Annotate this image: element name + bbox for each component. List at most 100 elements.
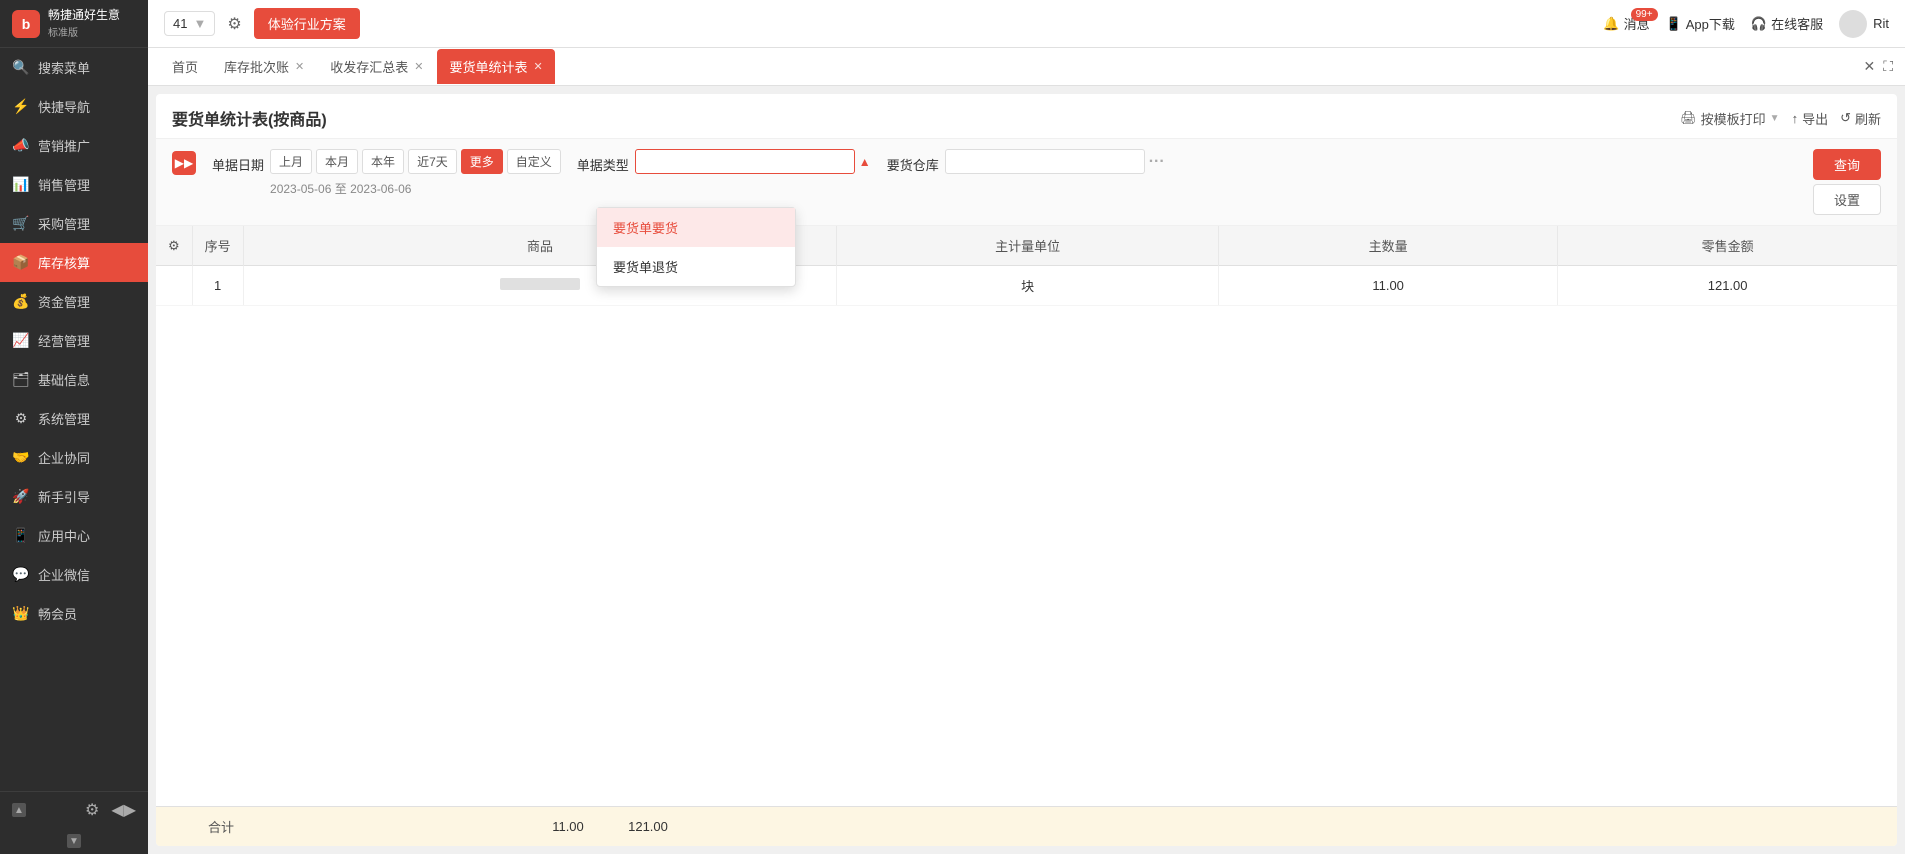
finance-icon: 💰 xyxy=(12,293,30,310)
sidebar-item-purchase[interactable]: 🛒 采购管理 xyxy=(0,204,148,243)
filter-settings-button[interactable]: 设置 xyxy=(1813,184,1881,215)
messages-badge: 99+ xyxy=(1631,8,1658,21)
refresh-button[interactable]: ↺ 刷新 xyxy=(1840,109,1881,128)
sidebar-item-inventory-label: 库存核算 xyxy=(38,253,90,272)
table-container: ⚙ 序号 商品 主计量单位 主数量 零售金额 1 xyxy=(156,226,1897,806)
sidebar-item-system-label: 系统管理 xyxy=(38,409,90,428)
app-logo-icon: b xyxy=(12,10,40,38)
custom-date-button[interactable]: 自定义 xyxy=(507,149,561,174)
col-unit-header: 主计量单位 xyxy=(837,226,1219,266)
print-button[interactable]: 🖨 按模板打印 ▼ xyxy=(1680,109,1779,128)
store-value: 41 xyxy=(173,16,187,31)
gear-icon[interactable]: ⚙ xyxy=(227,14,241,34)
trial-button[interactable]: 体验行业方案 xyxy=(254,8,360,39)
col-num-header: 序号 xyxy=(192,226,243,266)
sidebar-item-base-info[interactable]: 🗂 基础信息 xyxy=(0,360,148,399)
filter-expand-button[interactable]: ▶▶ xyxy=(172,151,196,175)
sidebar-item-purchase-label: 采购管理 xyxy=(38,214,90,233)
sidebar-item-guide[interactable]: 🚀 新手引导 xyxy=(0,477,148,516)
avatar[interactable] xyxy=(1839,10,1867,38)
date-filter-group: 单据日期 上月 本月 本年 近7天 更多 自定义 2023-05-06 至 20… xyxy=(212,149,561,197)
main-area: 41 ▼ ⚙ 体验行业方案 🔔 消息 99+ 📱 App下载 🎧 在线客服 xyxy=(148,0,1905,854)
dropdown-item-order-goods[interactable]: 要货单要货 xyxy=(597,208,795,247)
prev-month-button[interactable]: 上月 xyxy=(270,149,312,174)
footer-total-label: 合计 xyxy=(168,817,448,836)
sidebar-item-inventory[interactable]: 📦 库存核算 xyxy=(0,243,148,282)
sidebar-item-operations[interactable]: 📈 经营管理 xyxy=(0,321,148,360)
settings-footer-icon[interactable]: ⚙ xyxy=(85,800,99,820)
sidebar-item-wechat[interactable]: 💬 企业微信 xyxy=(0,555,148,594)
tab-home[interactable]: 首页 xyxy=(160,49,210,84)
type-filter-input[interactable] xyxy=(635,149,855,174)
operations-icon: 📈 xyxy=(12,332,30,349)
header-left: 41 ▼ ⚙ 体验行业方案 xyxy=(164,8,360,39)
sidebar-item-base-info-label: 基础信息 xyxy=(38,370,90,389)
export-button[interactable]: ↑ 导出 xyxy=(1792,109,1829,128)
sidebar-item-finance[interactable]: 💰 资金管理 xyxy=(0,282,148,321)
warehouse-more-icon[interactable]: ··· xyxy=(1149,153,1165,171)
header-right: 🔔 消息 99+ 📱 App下载 🎧 在线客服 Rit xyxy=(1603,10,1889,38)
bell-icon: 🔔 xyxy=(1603,16,1619,32)
mobile-icon: 📱 xyxy=(1666,16,1682,32)
tab-receive-summary-close[interactable]: ✕ xyxy=(414,60,423,73)
tab-inventory-batch[interactable]: 库存批次账 ✕ xyxy=(212,49,316,84)
scroll-down-button[interactable]: ▼ xyxy=(67,834,81,848)
sidebar-item-quick-nav[interactable]: ⚡ 快捷导航 xyxy=(0,87,148,126)
col-amount-header: 零售金额 xyxy=(1558,226,1897,266)
sidebar-nav: 🔍 搜索菜单 ⚡ 快捷导航 📣 营销推广 📊 销售管理 🛒 采购管理 📦 库存核… xyxy=(0,48,148,791)
app-center-icon: 📱 xyxy=(12,527,30,544)
row-num-cell: 1 xyxy=(192,266,243,306)
top-header: 41 ▼ ⚙ 体验行业方案 🔔 消息 99+ 📱 App下载 🎧 在线客服 xyxy=(148,0,1905,48)
sidebar-item-sales[interactable]: 📊 销售管理 xyxy=(0,165,148,204)
online-service-button[interactable]: 🎧 在线客服 xyxy=(1751,14,1823,33)
sidebar-item-marketing[interactable]: 📣 营销推广 xyxy=(0,126,148,165)
col-qty-header: 主数量 xyxy=(1219,226,1558,266)
type-dropdown-chevron-up-icon[interactable]: ▲ xyxy=(859,155,871,169)
type-dropdown-menu: 要货单要货 要货单退货 xyxy=(596,207,796,287)
filter-action-buttons: 查询 设置 xyxy=(1813,149,1881,215)
tab-receive-summary[interactable]: 收发存汇总表 ✕ xyxy=(318,49,435,84)
user-menu[interactable]: Rit xyxy=(1839,10,1889,38)
export-icon: ↑ xyxy=(1792,111,1799,126)
sidebar-item-member[interactable]: 👑 畅会员 xyxy=(0,594,148,633)
print-icon: 🖨 xyxy=(1680,110,1697,126)
wechat-icon: 💬 xyxy=(12,566,30,583)
tab-order-stats-close[interactable]: ✕ xyxy=(534,60,543,73)
tabs-bar: 首页 库存批次账 ✕ 收发存汇总表 ✕ 要货单统计表 ✕ ✕ ⛶ xyxy=(148,48,1905,86)
collapse-sidebar-icon[interactable]: ◀▶ xyxy=(111,800,136,820)
messages-button[interactable]: 🔔 消息 99+ xyxy=(1603,14,1649,33)
sidebar-item-guide-label: 新手引导 xyxy=(38,487,90,506)
close-window-icon[interactable]: ✕ xyxy=(1863,58,1875,75)
type-filter-label: 单据类型 xyxy=(577,155,629,174)
recent7-button[interactable]: 近7天 xyxy=(408,149,457,174)
search-icon: 🔍 xyxy=(12,59,30,76)
sidebar-item-enterprise[interactable]: 🤝 企业协同 xyxy=(0,438,148,477)
table-settings-icon[interactable]: ⚙ xyxy=(168,238,180,253)
tab-inventory-batch-close[interactable]: ✕ xyxy=(295,60,304,73)
scroll-up-button[interactable]: ▲ xyxy=(12,803,26,817)
tab-order-stats[interactable]: 要货单统计表 ✕ xyxy=(437,49,554,84)
more-dates-button[interactable]: 更多 xyxy=(461,149,503,174)
warehouse-filter-input[interactable] xyxy=(945,149,1145,174)
product-placeholder xyxy=(500,278,580,290)
col-settings-header[interactable]: ⚙ xyxy=(156,226,192,266)
app-download-button[interactable]: 📱 App下载 xyxy=(1666,14,1735,33)
data-table: ⚙ 序号 商品 主计量单位 主数量 零售金额 1 xyxy=(156,226,1897,306)
this-year-button[interactable]: 本年 xyxy=(362,149,404,174)
this-month-button[interactable]: 本月 xyxy=(316,149,358,174)
maximize-window-icon[interactable]: ⛶ xyxy=(1883,58,1893,75)
type-filter-input-row: ▲ xyxy=(635,149,871,174)
sidebar-item-app-center[interactable]: 📱 应用中心 xyxy=(0,516,148,555)
query-button[interactable]: 查询 xyxy=(1813,149,1881,180)
print-dropdown-icon: ▼ xyxy=(1770,113,1780,124)
dropdown-item-order-return[interactable]: 要货单退货 xyxy=(597,247,795,286)
base-info-icon: 🗂 xyxy=(12,371,30,388)
sidebar-item-marketing-label: 营销推广 xyxy=(38,136,90,155)
tab-inventory-batch-label: 库存批次账 xyxy=(224,57,289,76)
store-dropdown[interactable]: 41 ▼ xyxy=(164,11,215,36)
sidebar-item-system[interactable]: ⚙ 系统管理 xyxy=(0,399,148,438)
date-filter-label: 单据日期 xyxy=(212,155,264,174)
system-icon: ⚙ xyxy=(12,410,30,427)
sidebar-item-search[interactable]: 🔍 搜索菜单 xyxy=(0,48,148,87)
page-content: 要货单统计表(按商品) 🖨 按模板打印 ▼ ↑ 导出 ↺ 刷新 ▶▶ xyxy=(156,94,1897,846)
